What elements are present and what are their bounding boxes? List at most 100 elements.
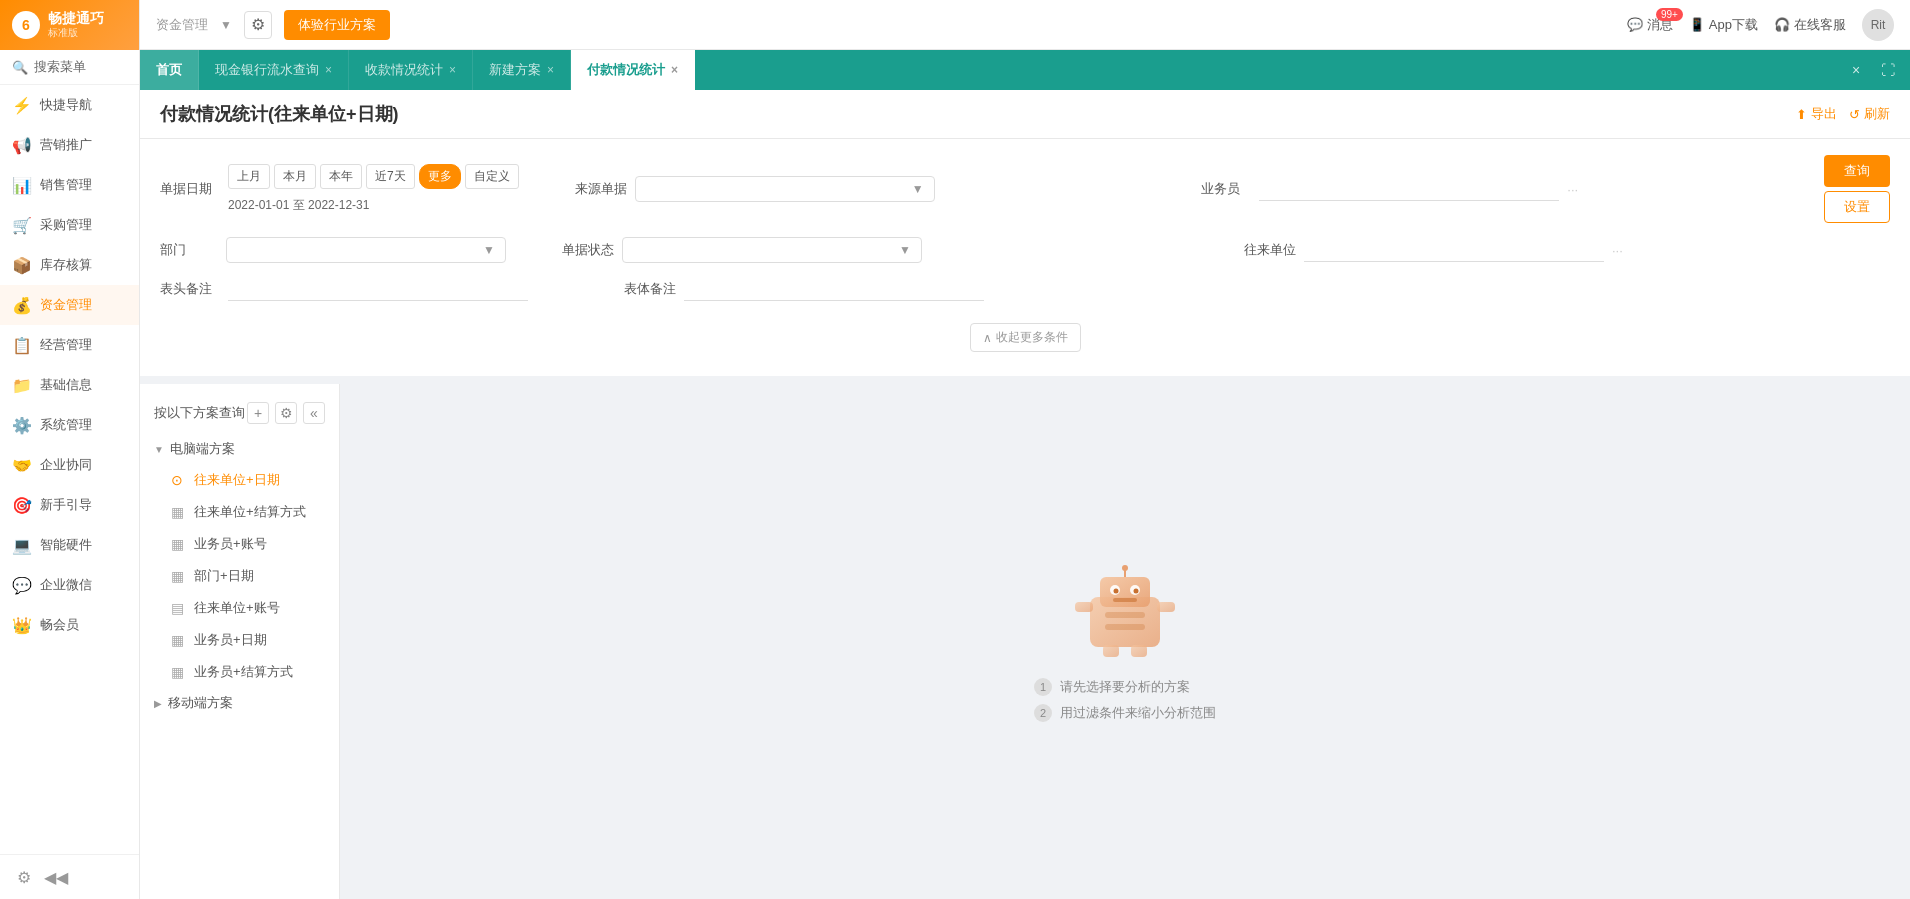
scheme-item-dept-date[interactable]: ▦ 部门+日期 xyxy=(140,560,339,592)
sidebar-item-newbie[interactable]: 🎯 新手引导 xyxy=(0,485,139,525)
query-btn[interactable]: 查询 xyxy=(1824,155,1890,187)
mobile-scheme-group: ▶ 移动端方案 xyxy=(140,688,339,718)
dept-select[interactable]: ▼ xyxy=(226,237,506,263)
header-note-input[interactable] xyxy=(228,277,528,301)
svg-rect-10 xyxy=(1157,602,1175,612)
tab-collection-stat[interactable]: 收款情况统计 × xyxy=(349,50,473,90)
sidebar-item-company[interactable]: 🤝 企业协同 xyxy=(0,445,139,485)
wechat-icon: 💬 xyxy=(12,575,32,595)
collapse-sidebar-icon[interactable]: ◀◀ xyxy=(44,865,68,889)
export-btn[interactable]: ⬆ 导出 xyxy=(1796,105,1837,123)
scheme-icon-partner-date: ⊙ xyxy=(168,471,186,489)
newbie-label: 新手引导 xyxy=(40,496,92,514)
empty-tip-1: 1 请先选择要分析的方案 xyxy=(1034,678,1216,696)
scheme-item-partner-account[interactable]: ▤ 往来单位+账号 xyxy=(140,592,339,624)
sidebar-item-quick-nav[interactable]: ⚡ 快捷导航 xyxy=(0,85,139,125)
logo-sub: 标准版 xyxy=(48,26,104,40)
tab-payment-stat[interactable]: 付款情况统计 × xyxy=(571,50,695,90)
tab-bank-flow-close[interactable]: × xyxy=(325,64,332,76)
tab-new-scheme-close[interactable]: × xyxy=(547,64,554,76)
avatar[interactable]: Rit xyxy=(1862,9,1894,41)
query-actions: 查询 设置 xyxy=(1824,155,1890,223)
refresh-label: 刷新 xyxy=(1864,105,1890,123)
date-btn-this-month[interactable]: 本月 xyxy=(274,164,316,189)
trial-btn[interactable]: 体验行业方案 xyxy=(284,10,390,40)
partner-more-btn[interactable]: ··· xyxy=(1612,243,1623,258)
partner-input[interactable] xyxy=(1304,238,1604,262)
sidebar-item-basic[interactable]: 📁 基础信息 xyxy=(0,365,139,405)
main-body: 按以下方案查询 + ⚙ « ▼ 电脑端方案 ⊙ 往来单位+日期 xyxy=(140,384,1910,899)
body-note-label: 表体备注 xyxy=(624,280,676,298)
source-select[interactable]: ▼ xyxy=(635,176,935,202)
sidebar-item-marketing[interactable]: 📢 营销推广 xyxy=(0,125,139,165)
refresh-btn[interactable]: ↺ 刷新 xyxy=(1849,105,1890,123)
purchase-icon: 🛒 xyxy=(12,215,32,235)
sidebar-item-inventory[interactable]: 📦 库存核算 xyxy=(0,245,139,285)
sidebar: 6 畅捷通巧 标准版 🔍 搜索菜单 ⚡ 快捷导航 📢 营销推广 📊 销售管理 🛒… xyxy=(0,0,140,899)
sidebar-item-wechat[interactable]: 💬 企业微信 xyxy=(0,565,139,605)
tab-new-scheme[interactable]: 新建方案 × xyxy=(473,50,571,90)
sidebar-item-sales[interactable]: 📊 销售管理 xyxy=(0,165,139,205)
add-scheme-btn[interactable]: + xyxy=(247,402,269,424)
salesman-input[interactable] xyxy=(1259,177,1559,201)
svg-rect-8 xyxy=(1113,598,1137,602)
quick-nav-label: 快捷导航 xyxy=(40,96,92,114)
message-btn[interactable]: 💬 消息 99+ xyxy=(1627,16,1673,34)
scheme-label-salesman-date: 业务员+日期 xyxy=(194,631,267,649)
marketing-label: 营销推广 xyxy=(40,136,92,154)
scheme-item-partner-settlement[interactable]: ▦ 往来单位+结算方式 xyxy=(140,496,339,528)
svg-point-5 xyxy=(1134,588,1139,593)
tip-num-2: 2 xyxy=(1034,704,1052,722)
settings-bottom-icon[interactable]: ⚙ xyxy=(12,865,36,889)
svg-point-4 xyxy=(1114,588,1119,593)
filter-settings-btn[interactable]: 设置 xyxy=(1824,191,1890,223)
app-download-btn[interactable]: 📱 App下载 xyxy=(1689,16,1758,34)
breadcrumb-text: 资金管理 xyxy=(156,16,208,34)
sidebar-item-hardware[interactable]: 💻 智能硬件 xyxy=(0,525,139,565)
sidebar-item-member[interactable]: 👑 畅会员 xyxy=(0,605,139,645)
tab-home[interactable]: 首页 xyxy=(140,50,199,90)
sidebar-item-purchase[interactable]: 🛒 采购管理 xyxy=(0,205,139,245)
basic-label: 基础信息 xyxy=(40,376,92,394)
body-note-filter: 表体备注 xyxy=(624,277,1890,301)
scheme-label-dept-date: 部门+日期 xyxy=(194,567,254,585)
member-label: 畅会员 xyxy=(40,616,79,634)
body-note-input[interactable] xyxy=(684,277,984,301)
date-btn-7days[interactable]: 近7天 xyxy=(366,164,415,189)
online-service-btn[interactable]: 🎧 在线客服 xyxy=(1774,16,1846,34)
hardware-icon: 💻 xyxy=(12,535,32,555)
filter-row-2: 部门 ▼ 单据状态 ▼ 往来单位 ··· xyxy=(160,237,1890,263)
empty-state: 1 请先选择要分析的方案 2 用过滤条件来缩小分析范围 xyxy=(1034,562,1216,722)
scheme-item-salesman-date[interactable]: ▦ 业务员+日期 xyxy=(140,624,339,656)
status-select[interactable]: ▼ xyxy=(622,237,922,263)
sidebar-item-capital[interactable]: 💰 资金管理 xyxy=(0,285,139,325)
date-btn-this-year[interactable]: 本年 xyxy=(320,164,362,189)
salesman-more-btn[interactable]: ··· xyxy=(1567,182,1578,197)
collapse-btn[interactable]: ∧ 收起更多条件 xyxy=(970,323,1081,352)
tab-collection-stat-close[interactable]: × xyxy=(449,64,456,76)
right-content: 1 请先选择要分析的方案 2 用过滤条件来缩小分析范围 xyxy=(340,384,1910,899)
tab-payment-stat-close[interactable]: × xyxy=(671,64,678,76)
search-menu[interactable]: 🔍 搜索菜单 xyxy=(0,50,139,85)
pc-group-header[interactable]: ▼ 电脑端方案 xyxy=(140,434,339,464)
tab-close-all-btn[interactable]: × xyxy=(1842,56,1870,84)
tab-payment-stat-label: 付款情况统计 xyxy=(587,61,665,79)
collapse-panel-btn[interactable]: « xyxy=(303,402,325,424)
date-btn-last-month[interactable]: 上月 xyxy=(228,164,270,189)
mobile-group-header[interactable]: ▶ 移动端方案 xyxy=(140,688,339,718)
header-settings-btn[interactable]: ⚙ xyxy=(244,11,272,39)
scheme-item-salesman-account[interactable]: ▦ 业务员+账号 xyxy=(140,528,339,560)
tab-actions: × ⛶ xyxy=(1842,50,1910,90)
app-icon: 📱 xyxy=(1689,17,1705,32)
pc-scheme-group: ▼ 电脑端方案 ⊙ 往来单位+日期 ▦ 往来单位+结算方式 ▦ 业务员+账号 xyxy=(140,434,339,688)
tab-bank-flow[interactable]: 现金银行流水查询 × xyxy=(199,50,349,90)
date-range-display: 2022-01-01 至 2022-12-31 xyxy=(228,197,519,214)
sidebar-item-management[interactable]: 📋 经营管理 xyxy=(0,325,139,365)
scheme-item-partner-date[interactable]: ⊙ 往来单位+日期 xyxy=(140,464,339,496)
tab-maximize-btn[interactable]: ⛶ xyxy=(1874,56,1902,84)
sidebar-item-system[interactable]: ⚙️ 系统管理 xyxy=(0,405,139,445)
date-btn-more[interactable]: 更多 xyxy=(419,164,461,189)
date-btn-custom[interactable]: 自定义 xyxy=(465,164,519,189)
scheme-settings-btn[interactable]: ⚙ xyxy=(275,402,297,424)
scheme-item-salesman-settlement[interactable]: ▦ 业务员+结算方式 xyxy=(140,656,339,688)
